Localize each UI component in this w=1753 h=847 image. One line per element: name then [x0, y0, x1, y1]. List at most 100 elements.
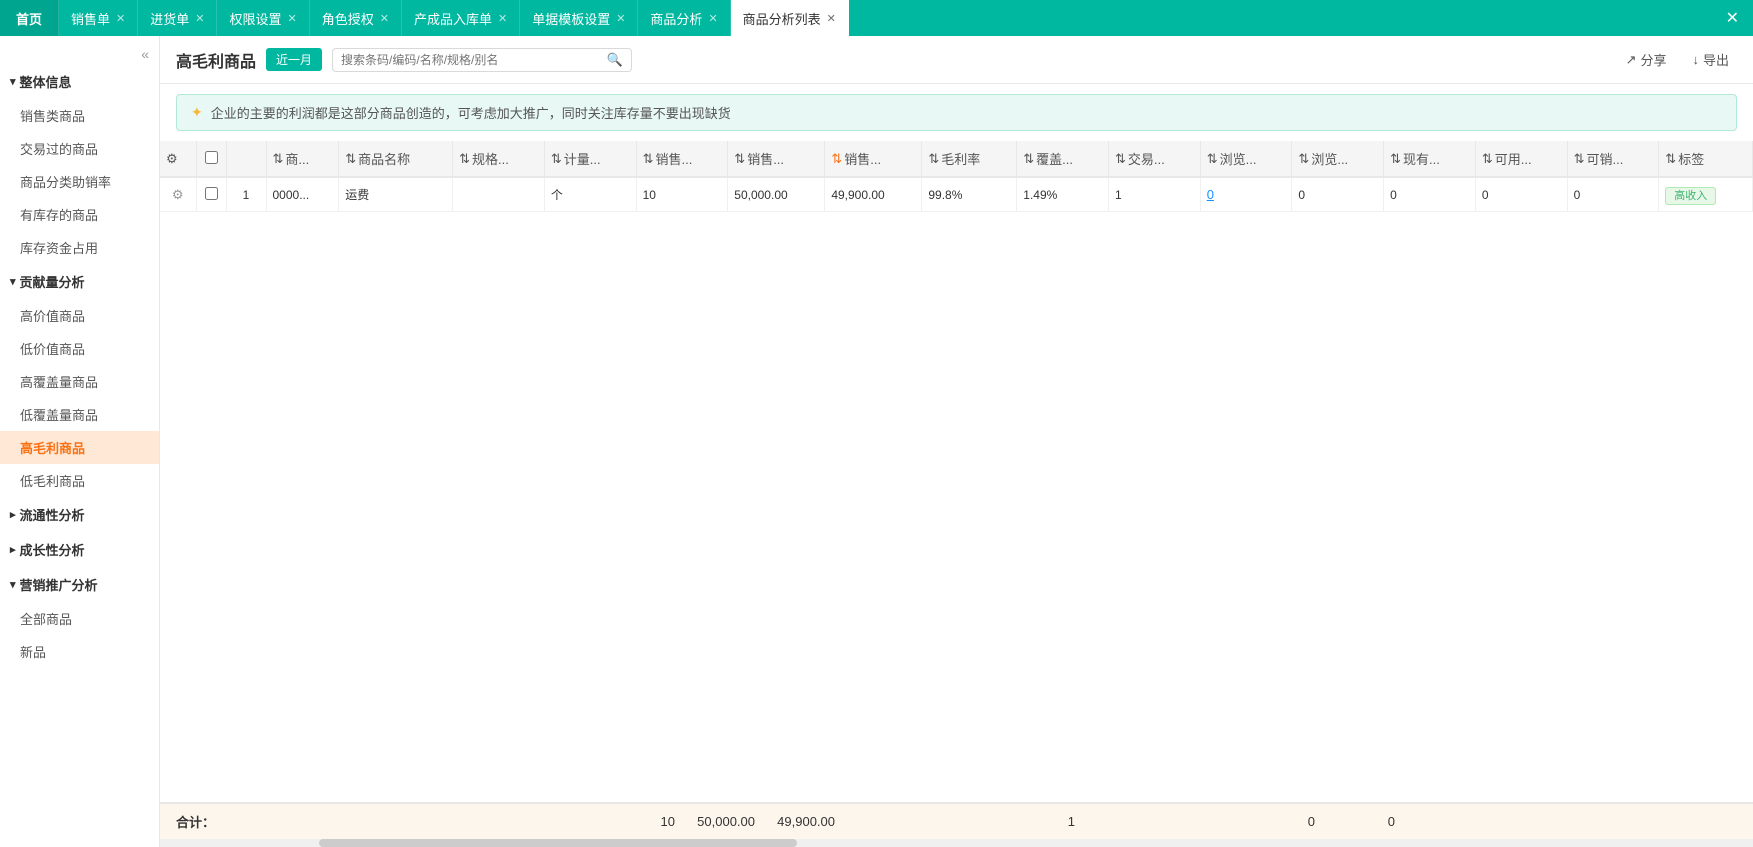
col-header-check[interactable] [196, 141, 226, 177]
col-header-sales-profit[interactable]: ⇅ 销售... [825, 141, 922, 177]
close-permission-tab[interactable]: ✕ [288, 12, 297, 25]
row-gross-rate: 99.8% [922, 177, 1017, 212]
close-inbound-tab[interactable]: ✕ [498, 12, 507, 25]
sidebar-item-high-value[interactable]: 高价值商品 [0, 299, 159, 332]
col-header-tag[interactable]: ⇅ 标签 [1659, 141, 1753, 177]
sidebar-group-growth[interactable]: ▸ 成长性分析 [0, 532, 159, 567]
row-settings[interactable]: ⚙ [160, 177, 196, 212]
header-actions: ↗ 分享 ↓ 导出 [1618, 46, 1737, 73]
sidebar-item-low-margin[interactable]: 低毛利商品 [0, 464, 159, 497]
col-header-browse1[interactable]: ⇅ 浏览... [1200, 141, 1292, 177]
sidebar-group-overall[interactable]: ▾ 整体信息 [0, 64, 159, 99]
row-spec [453, 177, 545, 212]
row-available: 0 [1475, 177, 1567, 212]
sidebar-item-low-value[interactable]: 低价值商品 [0, 332, 159, 365]
close-purchase-tab[interactable]: ✕ [195, 12, 204, 25]
row-sellable: 0 [1567, 177, 1659, 212]
sidebar: « ▾ 整体信息 销售类商品 交易过的商品 商品分类助销率 有库存的商品 库存资… [0, 36, 160, 847]
sidebar-item-high-margin[interactable]: 高毛利商品 [0, 431, 159, 464]
col-header-settings[interactable]: ⚙ [160, 141, 196, 177]
footer-sales-qty: 10 [601, 814, 681, 829]
col-header-trade[interactable]: ⇅ 交易... [1108, 141, 1200, 177]
sidebar-item-all-goods[interactable]: 全部商品 [0, 602, 159, 635]
share-icon: ↗ [1626, 52, 1637, 68]
row-coverage: 1.49% [1017, 177, 1109, 212]
row-checkbox-cell[interactable] [196, 177, 226, 212]
col-header-unit[interactable]: ⇅ 计量... [544, 141, 636, 177]
col-header-code[interactable]: ⇅ 商... [266, 141, 339, 177]
scrollbar-thumb[interactable] [319, 839, 797, 847]
col-sort-icon: ⇅ [551, 151, 562, 167]
nav-tab-analysis-list[interactable]: 商品分析列表 ✕ [731, 0, 849, 36]
tag-badge: 高收入 [1665, 187, 1716, 205]
col-header-browse2[interactable]: ⇅ 浏览... [1292, 141, 1384, 177]
nav-tab-template[interactable]: 单据模板设置 ✕ [520, 0, 638, 36]
sidebar-item-category-rate[interactable]: 商品分类助销率 [0, 165, 159, 198]
col-header-coverage[interactable]: ⇅ 覆盖... [1017, 141, 1109, 177]
row-browse1[interactable]: 0 [1200, 177, 1292, 212]
horizontal-scrollbar[interactable] [160, 839, 1753, 847]
nav-tab-role[interactable]: 角色授权 ✕ [310, 0, 402, 36]
nav-tab-purchase[interactable]: 进货单 ✕ [138, 0, 217, 36]
sidebar-item-traded-goods[interactable]: 交易过的商品 [0, 132, 159, 165]
row-sales-profit: 49,900.00 [825, 177, 922, 212]
search-input[interactable] [341, 53, 607, 67]
nav-tab-inbound[interactable]: 产成品入库单 ✕ [402, 0, 520, 36]
data-table: ⚙ ⇅ 商... [160, 141, 1753, 212]
col-sort-icon: ⇅ [831, 151, 842, 167]
top-navigation: 首页 销售单 ✕ 进货单 ✕ 权限设置 ✕ 角色授权 ✕ 产成品入库单 ✕ 单据… [0, 0, 1753, 36]
row-sales-qty: 10 [636, 177, 728, 212]
close-all-tabs[interactable]: ✕ [1712, 0, 1753, 36]
sidebar-item-high-coverage[interactable]: 高覆盖量商品 [0, 365, 159, 398]
nav-tab-sales[interactable]: 销售单 ✕ [59, 0, 138, 36]
col-sort-icon: ⇅ [1482, 151, 1493, 167]
col-sort-icon: ⇅ [1390, 151, 1401, 167]
col-header-sales-amount[interactable]: ⇅ 销售... [728, 141, 825, 177]
col-header-gross-rate[interactable]: ⇅ 毛利率 [922, 141, 1017, 177]
table-wrapper[interactable]: ⚙ ⇅ 商... [160, 141, 1753, 802]
row-checkbox[interactable] [205, 187, 218, 200]
col-sort-icon: ⇅ [1298, 151, 1309, 167]
col-header-name[interactable]: ⇅ 商品名称 [339, 141, 453, 177]
close-analysis-list-tab[interactable]: ✕ [827, 12, 836, 25]
footer-sales-profit: 49,900.00 [761, 814, 841, 829]
sidebar-item-in-stock[interactable]: 有库存的商品 [0, 198, 159, 231]
col-header-sales-qty[interactable]: ⇅ 销售... [636, 141, 728, 177]
row-trade: 1 [1108, 177, 1200, 212]
col-sort-icon: ⇅ [345, 151, 356, 167]
sidebar-group-marketing[interactable]: ▾ 营销推广分析 [0, 567, 159, 602]
nav-tab-permission[interactable]: 权限设置 ✕ [217, 0, 309, 36]
close-template-tab[interactable]: ✕ [616, 12, 625, 25]
col-header-available[interactable]: ⇅ 可用... [1475, 141, 1567, 177]
col-header-num [226, 141, 266, 177]
close-role-tab[interactable]: ✕ [380, 12, 389, 25]
select-all-checkbox[interactable] [205, 151, 218, 164]
export-icon: ↓ [1692, 52, 1699, 67]
export-button[interactable]: ↓ 导出 [1684, 46, 1737, 73]
sidebar-item-stock-capital[interactable]: 库存资金占用 [0, 231, 159, 264]
footer-current-stock: 0 [1241, 814, 1321, 829]
sidebar-collapse-btn[interactable]: « [141, 46, 149, 62]
settings-icon[interactable]: ⚙ [172, 187, 184, 202]
table-row: ⚙ 1 0000... 运费 个 10 50,000.00 49,900.00 [160, 177, 1753, 212]
sidebar-group-contribution[interactable]: ▾ 贡献量分析 [0, 264, 159, 299]
nav-home[interactable]: 首页 [0, 0, 59, 36]
page-title: 高毛利商品 [176, 48, 256, 72]
col-header-sellable[interactable]: ⇅ 可销... [1567, 141, 1659, 177]
close-analysis-tab[interactable]: ✕ [708, 12, 717, 25]
sidebar-item-sales-goods[interactable]: 销售类商品 [0, 99, 159, 132]
share-button[interactable]: ↗ 分享 [1618, 46, 1675, 73]
browse1-link[interactable]: 0 [1207, 187, 1214, 202]
date-filter-button[interactable]: 近一月 [266, 48, 322, 71]
col-header-spec[interactable]: ⇅ 规格... [453, 141, 545, 177]
close-sales-tab[interactable]: ✕ [116, 12, 125, 25]
sidebar-group-liquidity[interactable]: ▸ 流通性分析 [0, 497, 159, 532]
col-header-current-stock[interactable]: ⇅ 现有... [1384, 141, 1476, 177]
footer-label: 合计： [176, 812, 215, 831]
search-box: 🔍 [332, 48, 632, 72]
sidebar-item-new-goods[interactable]: 新品 [0, 635, 159, 668]
search-icon[interactable]: 🔍 [607, 52, 623, 68]
nav-tab-analysis[interactable]: 商品分析 ✕ [638, 0, 730, 36]
col-sort-icon: ⇅ [928, 151, 939, 167]
sidebar-item-low-coverage[interactable]: 低覆盖量商品 [0, 398, 159, 431]
